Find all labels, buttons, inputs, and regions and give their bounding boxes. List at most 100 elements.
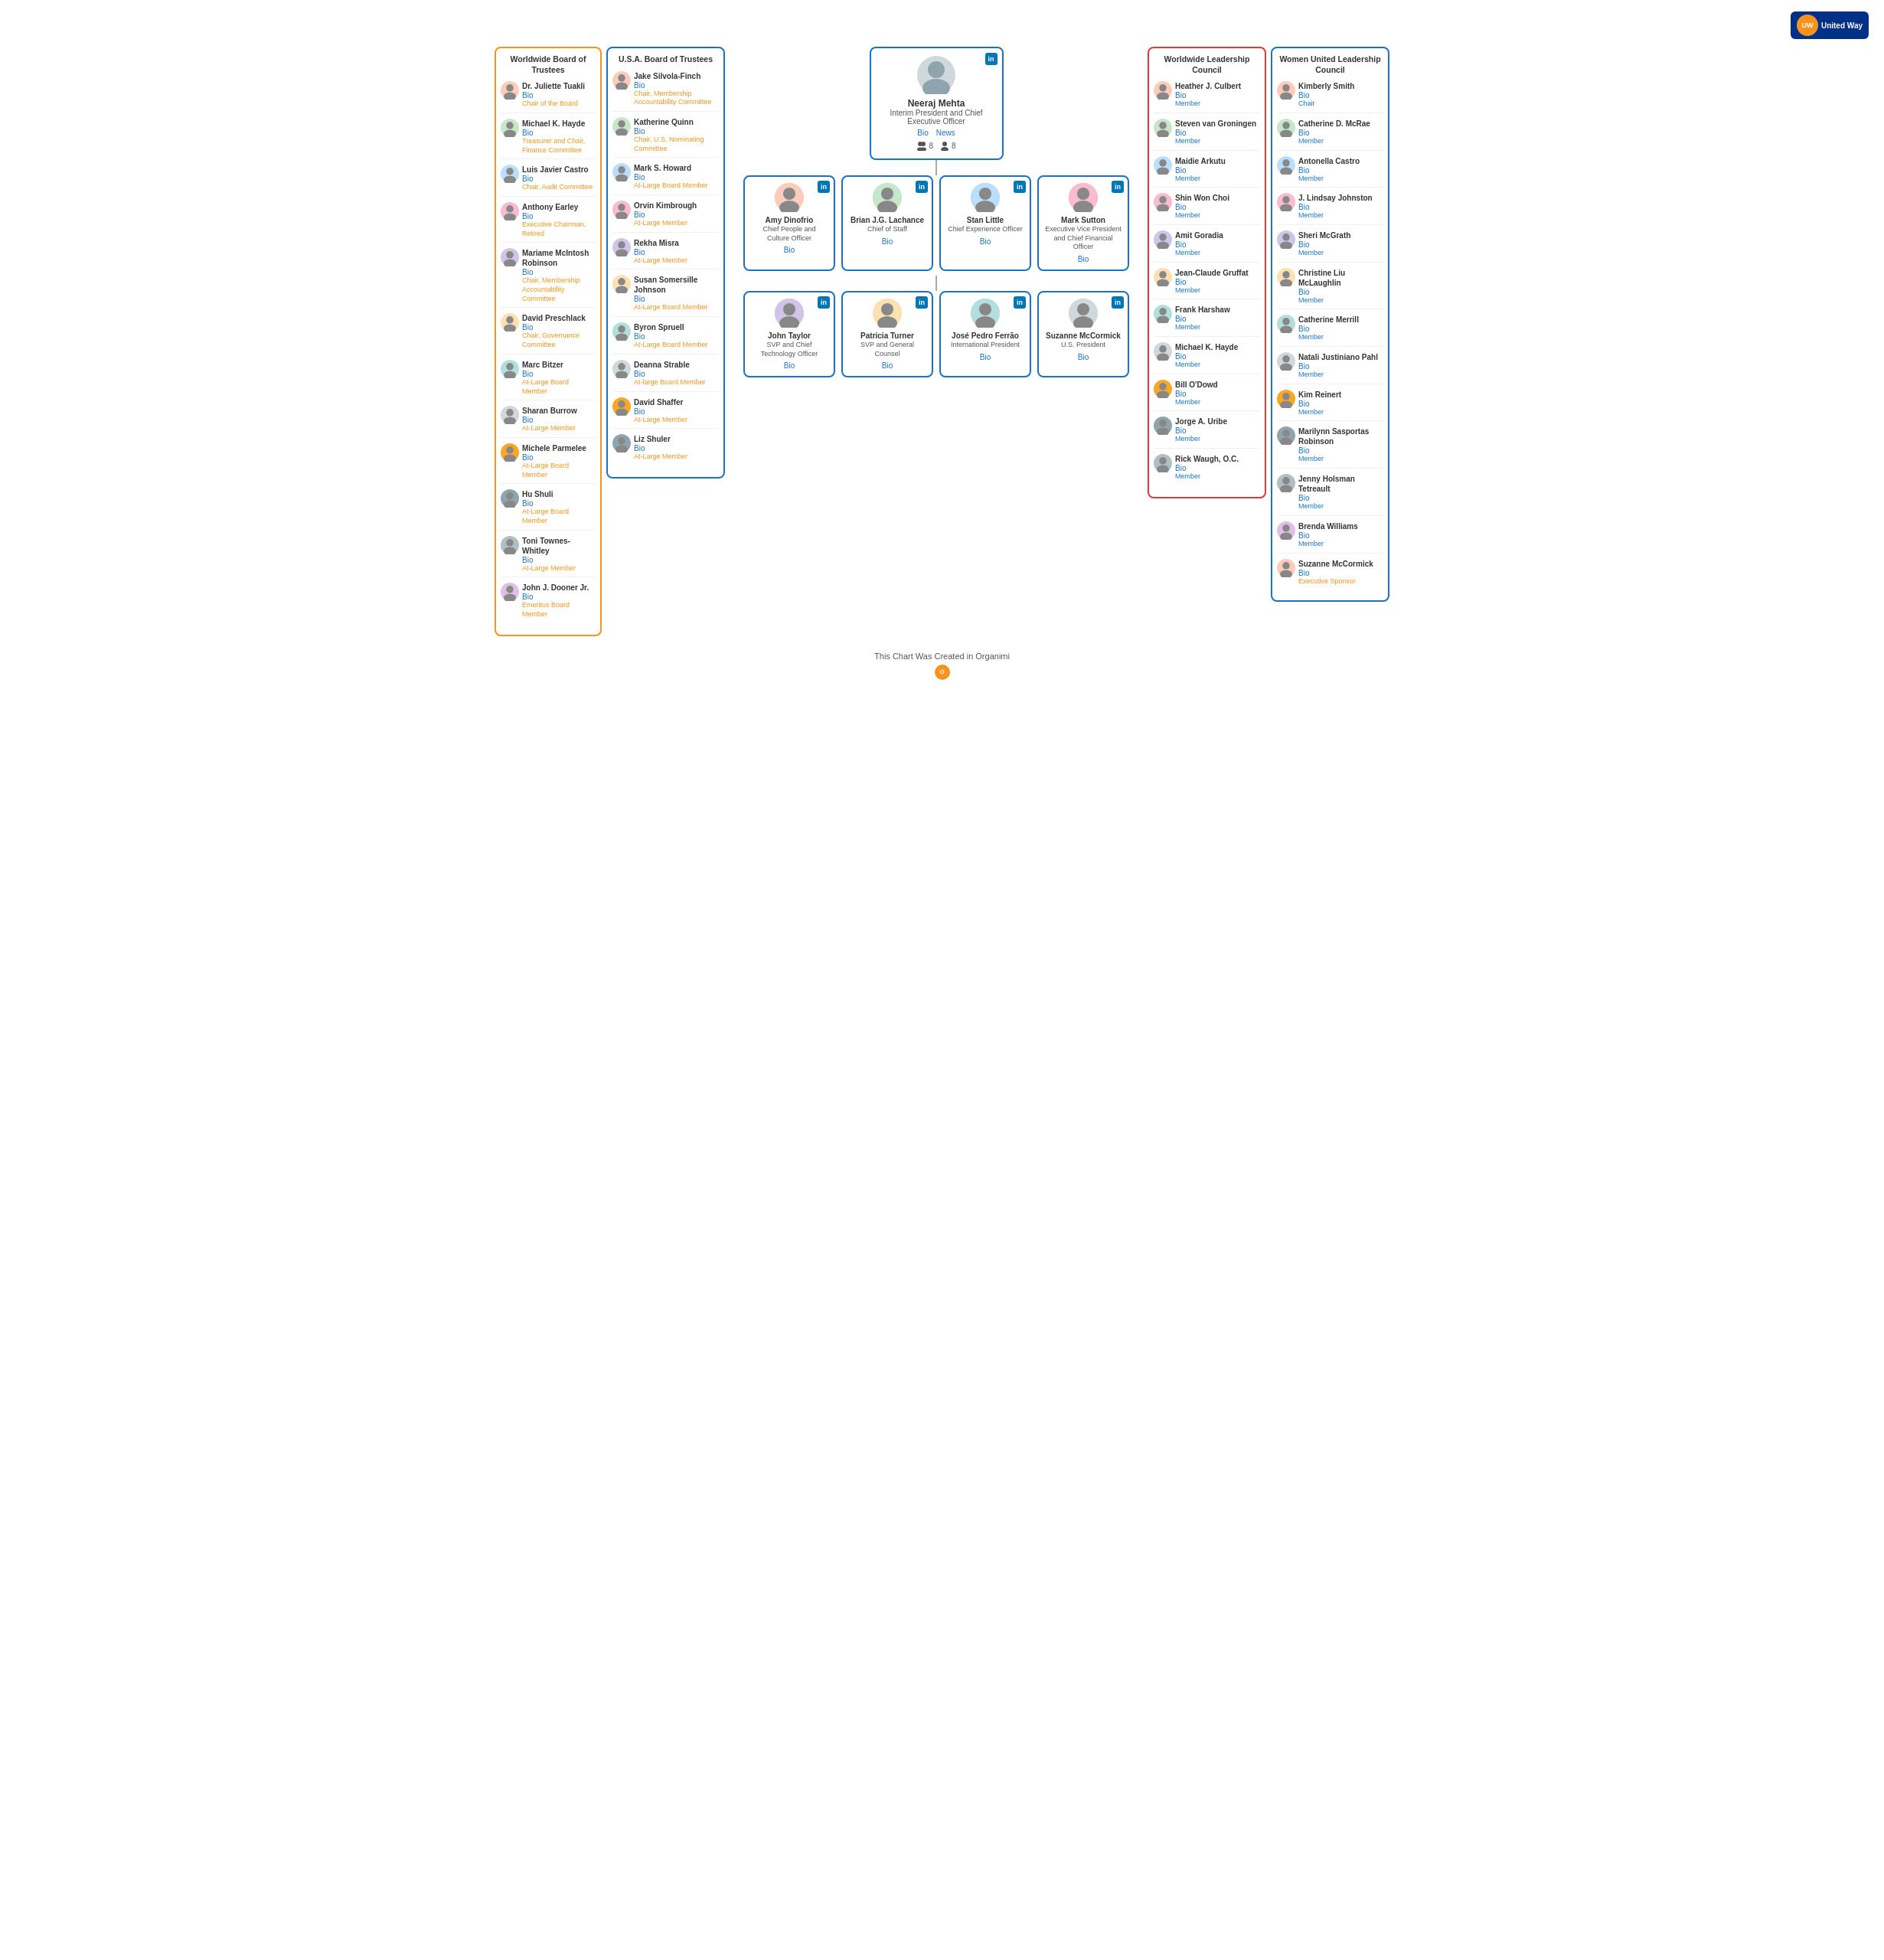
member-bio-link[interactable]: Bio bbox=[1298, 494, 1383, 502]
svg-point-64 bbox=[618, 437, 625, 445]
svg-point-108 bbox=[1159, 196, 1167, 204]
member-bio-link[interactable]: Bio bbox=[1298, 446, 1383, 455]
member-bio-link[interactable]: Bio bbox=[634, 407, 719, 416]
member-bio-link[interactable]: Bio bbox=[1175, 166, 1260, 175]
member-bio-link[interactable]: Bio bbox=[1175, 315, 1260, 323]
member-bio-link[interactable]: Bio bbox=[522, 593, 596, 601]
member-bio-link[interactable]: Bio bbox=[634, 81, 719, 90]
linkedin-icon[interactable]: in bbox=[1014, 296, 1026, 309]
member-bio-link[interactable]: Bio bbox=[1175, 352, 1260, 361]
member-role: At-Large Member bbox=[522, 424, 596, 433]
member-bio-link[interactable]: Bio bbox=[522, 175, 596, 183]
member-name: Brenda Williams bbox=[1298, 521, 1383, 531]
member-info: Catherine Merrill Bio Member bbox=[1298, 315, 1383, 342]
member-bio-link[interactable]: Bio bbox=[1175, 129, 1260, 137]
member-role: Member bbox=[1298, 249, 1383, 258]
linkedin-icon[interactable]: in bbox=[916, 296, 928, 309]
member-bio-link[interactable]: Bio bbox=[634, 127, 719, 136]
member-bio-link[interactable]: Bio bbox=[1175, 464, 1260, 472]
member-bio-link[interactable]: Bio bbox=[522, 556, 596, 564]
member-bio-link[interactable]: Bio bbox=[1175, 203, 1260, 211]
linkedin-icon[interactable]: in bbox=[1014, 181, 1026, 193]
member-avatar bbox=[501, 489, 519, 508]
member-info: Natali Justiniano Pahl Bio Member bbox=[1298, 352, 1383, 380]
svg-point-61 bbox=[618, 400, 625, 408]
member-info: Marc Bitzer Bio At-Large Board Member bbox=[522, 360, 596, 396]
member-role: Member bbox=[1175, 398, 1260, 407]
ceo-bio-link[interactable]: Bio bbox=[917, 129, 928, 137]
member-bio-link[interactable]: Bio bbox=[522, 499, 596, 508]
member-name: John J. Dooner Jr. bbox=[522, 583, 596, 593]
member-avatar bbox=[501, 202, 519, 220]
member-bio-link[interactable]: Bio bbox=[1298, 400, 1383, 408]
worldwide-board-member: Sharan Burrow Bio At-Large Member bbox=[501, 406, 596, 438]
report-bio-link[interactable]: Bio bbox=[882, 361, 893, 370]
women-united-members: Kimberly Smith Bio Chair Catherine D. Mc… bbox=[1277, 81, 1383, 588]
svg-point-16 bbox=[506, 316, 514, 324]
worldwide-board-member: Mariame McIntosh Robinson Bio Chair, Mem… bbox=[501, 248, 596, 308]
report-bio-link[interactable]: Bio bbox=[882, 237, 893, 246]
member-bio-link[interactable]: Bio bbox=[522, 129, 596, 137]
member-bio-link[interactable]: Bio bbox=[634, 211, 719, 219]
panel-women-united: Women United Leadership Council Kimberly… bbox=[1271, 47, 1389, 602]
women-united-member: Catherine Merrill Bio Member bbox=[1277, 315, 1383, 347]
member-bio-link[interactable]: Bio bbox=[1175, 240, 1260, 249]
member-bio-link[interactable]: Bio bbox=[1175, 91, 1260, 100]
report-bio-link[interactable]: Bio bbox=[980, 237, 991, 246]
member-bio-link[interactable]: Bio bbox=[1298, 569, 1383, 577]
member-bio-link[interactable]: Bio bbox=[522, 323, 596, 332]
member-name: Antonella Castro bbox=[1298, 156, 1383, 166]
report-bio-link[interactable]: Bio bbox=[1078, 255, 1089, 263]
member-bio-link[interactable]: Bio bbox=[1175, 278, 1260, 286]
member-bio-link[interactable]: Bio bbox=[1298, 531, 1383, 540]
ceo-news-link[interactable]: News bbox=[936, 129, 955, 137]
worldwide-leadership-members: Heather J. Culbert Bio Member Steven van… bbox=[1154, 81, 1260, 485]
linkedin-icon[interactable]: in bbox=[818, 296, 830, 309]
svg-point-114 bbox=[1159, 271, 1167, 279]
member-bio-link[interactable]: Bio bbox=[1175, 390, 1260, 398]
report-name: Brian J.G. Lachance bbox=[849, 215, 926, 225]
report-bio-link[interactable]: Bio bbox=[1078, 353, 1089, 361]
linkedin-icon[interactable]: in bbox=[1112, 296, 1124, 309]
linkedin-icon[interactable]: in bbox=[818, 181, 830, 193]
member-avatar bbox=[1154, 305, 1172, 323]
member-bio-link[interactable]: Bio bbox=[522, 91, 596, 100]
member-bio-link[interactable]: Bio bbox=[634, 173, 719, 181]
main-layout: Worldwide Board of Trustees Dr. Juliette… bbox=[8, 47, 1876, 636]
linkedin-icon[interactable]: in bbox=[916, 181, 928, 193]
member-bio-link[interactable]: Bio bbox=[634, 370, 719, 378]
member-bio-link[interactable]: Bio bbox=[634, 444, 719, 452]
member-bio-link[interactable]: Bio bbox=[634, 248, 719, 256]
stat-badge-1: 8 bbox=[916, 140, 933, 151]
report-name: Stan Little bbox=[947, 215, 1024, 225]
member-bio-link[interactable]: Bio bbox=[634, 332, 719, 341]
member-bio-link[interactable]: Bio bbox=[1298, 166, 1383, 175]
linkedin-icon[interactable]: in bbox=[1112, 181, 1124, 193]
svg-point-141 bbox=[1282, 196, 1290, 204]
linkedin-icon[interactable]: in bbox=[985, 53, 998, 65]
member-bio-link[interactable]: Bio bbox=[1298, 325, 1383, 333]
member-bio-link[interactable]: Bio bbox=[1298, 240, 1383, 249]
leadership-member: Frank Harshaw Bio Member bbox=[1154, 305, 1260, 337]
member-bio-link[interactable]: Bio bbox=[522, 268, 596, 276]
member-bio-link[interactable]: Bio bbox=[522, 416, 596, 424]
member-bio-link[interactable]: Bio bbox=[1298, 288, 1383, 296]
member-bio-link[interactable]: Bio bbox=[522, 453, 596, 462]
report-bio-link[interactable]: Bio bbox=[784, 361, 795, 370]
member-bio-link[interactable]: Bio bbox=[522, 212, 596, 220]
member-name: Kimberly Smith bbox=[1298, 81, 1383, 91]
report-avatar bbox=[1069, 183, 1098, 212]
member-bio-link[interactable]: Bio bbox=[634, 295, 719, 303]
report-bio-link[interactable]: Bio bbox=[980, 353, 991, 361]
member-avatar bbox=[612, 360, 631, 378]
member-name: Susan Somersille Johnson bbox=[634, 275, 719, 295]
member-bio-link[interactable]: Bio bbox=[1298, 91, 1383, 100]
member-bio-link[interactable]: Bio bbox=[1175, 426, 1260, 435]
member-bio-link[interactable]: Bio bbox=[522, 370, 596, 378]
member-bio-link[interactable]: Bio bbox=[1298, 129, 1383, 137]
member-name: Orvin Kimbrough bbox=[634, 201, 719, 211]
svg-point-129 bbox=[1159, 457, 1167, 465]
member-bio-link[interactable]: Bio bbox=[1298, 362, 1383, 371]
report-bio-link[interactable]: Bio bbox=[784, 246, 795, 254]
member-bio-link[interactable]: Bio bbox=[1298, 203, 1383, 211]
